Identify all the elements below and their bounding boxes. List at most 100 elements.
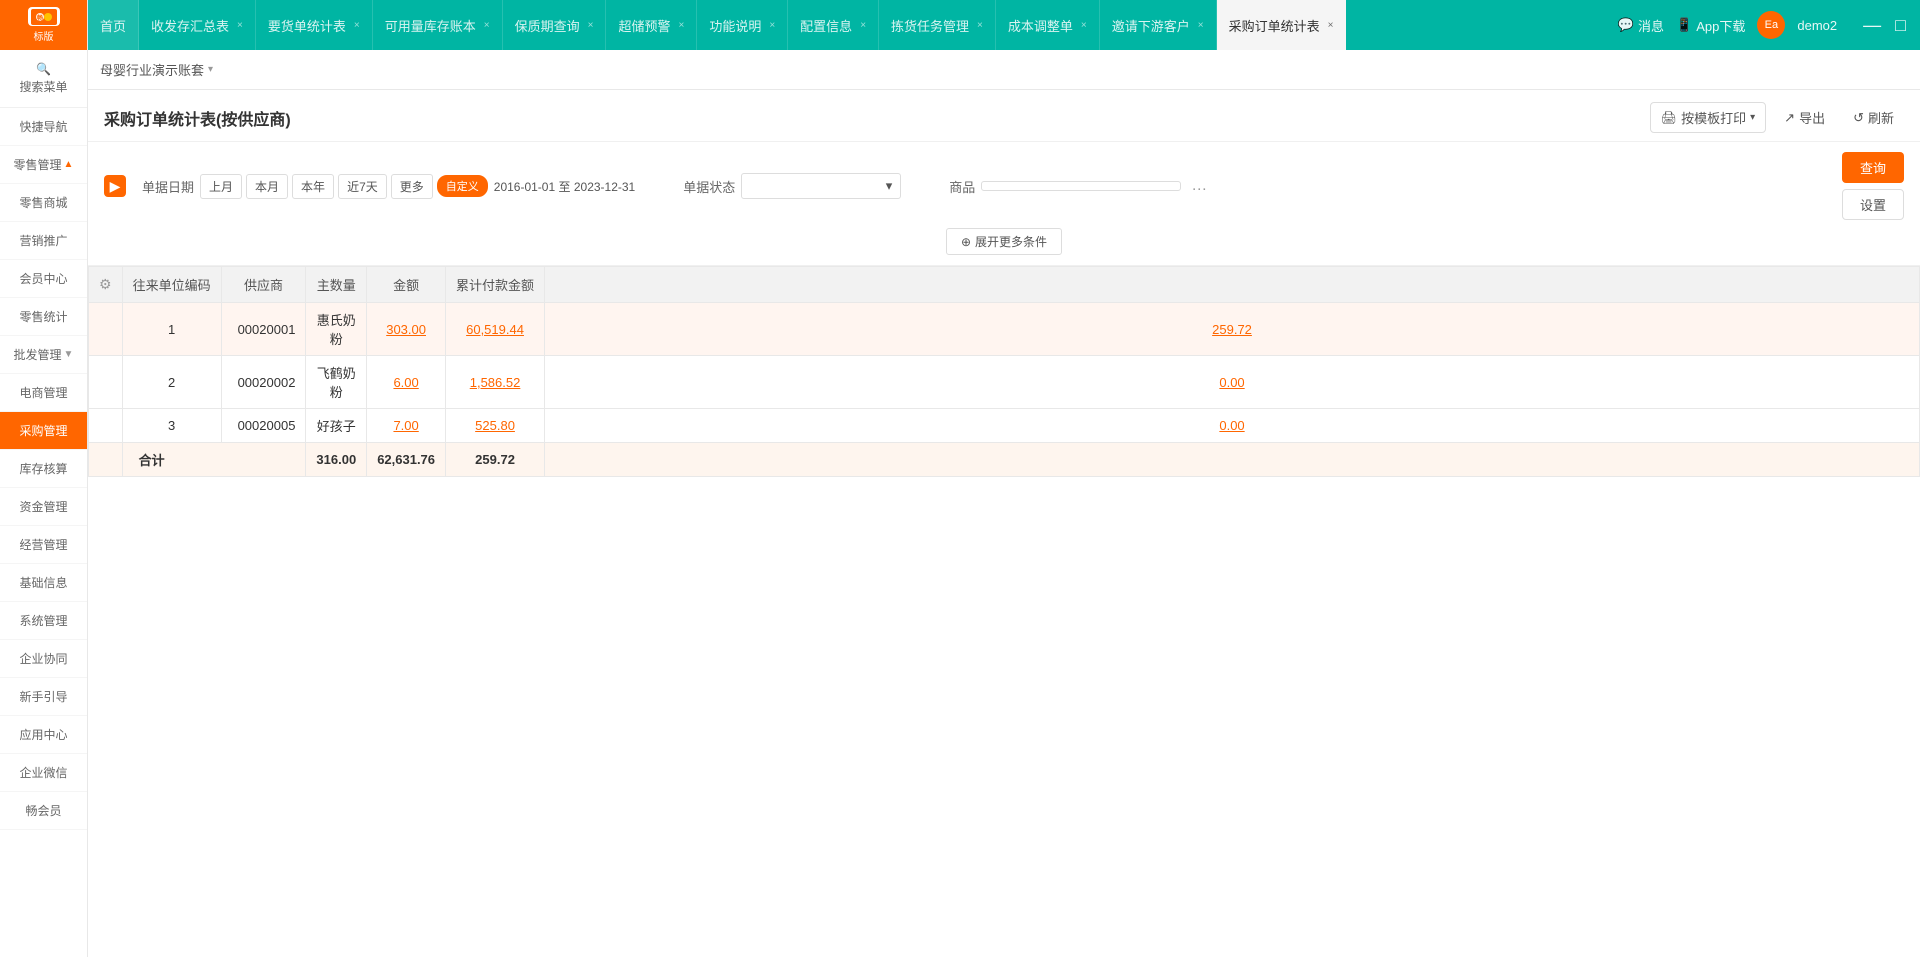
tab-shoufa[interactable]: 收发存汇总表 × [139,0,256,50]
message-btn[interactable]: 💬 消息 [1618,16,1664,35]
cell-amount-0[interactable]: 60,519.44 [446,303,545,356]
sidebar-item-newbie[interactable]: 新手引导 [0,678,87,716]
search-icon: 🔍 [36,62,51,76]
tab-chengben-close[interactable]: × [1081,20,1087,31]
sidebar-item-wholesale[interactable]: 批发管理 ▼ [0,336,87,374]
setting-button[interactable]: 设置 [1842,189,1904,220]
sidebar-item-marketing[interactable]: 营销推广 [0,222,87,260]
sidebar-item-purchase[interactable]: 采购管理 [0,412,87,450]
tab-baozhi[interactable]: 保质期查询 × [503,0,607,50]
tab-kucun-label: 可用量库存账本 [385,16,476,35]
cell-qty-0[interactable]: 303.00 [367,303,446,356]
cell-qty-1[interactable]: 6.00 [367,356,446,409]
page-title: 采购订单统计表(按供应商) [104,106,1650,130]
appcenter-label: 应用中心 [19,726,67,743]
expand-more-label: 展开更多条件 [975,233,1047,250]
status-select[interactable]: ▾ [741,173,901,199]
sidebar-item-corpwx[interactable]: 企业微信 [0,754,87,792]
tab-yaohuo[interactable]: 要货单统计表 × [256,0,373,50]
expand-more-button[interactable]: ⊕ 展开更多条件 [946,228,1062,255]
tab-gongneng-close[interactable]: × [769,20,775,31]
finance-label: 资金管理 [19,498,67,515]
date-from: 2016-01-01 [494,180,555,194]
table-row: 3 00020005 好孩子 7.00 525.80 0.00 [89,409,1920,443]
tab-caigou[interactable]: 采购订单统计表 × [1217,0,1347,50]
refresh-label: 刷新 [1868,108,1894,127]
app-download-btn[interactable]: 📱 App下载 [1676,16,1745,35]
member2-label: 畅会员 [25,802,61,819]
query-button[interactable]: 查询 [1842,152,1904,183]
col-header-amount: 金额 [367,267,446,303]
data-table-wrap: ⚙ 往来单位编码 供应商 主数量 金额 累计付款金额 1 000200 [88,266,1920,477]
goods-input[interactable] [981,181,1181,191]
sidebar-item-ops[interactable]: 经营管理 [0,526,87,564]
sidebar-item-inventory[interactable]: 库存核算 [0,450,87,488]
footer-qty: 316.00 [316,452,356,467]
tab-tuohuo[interactable]: 拣货任务管理 × [879,0,996,50]
tab-yaohuo-close[interactable]: × [354,20,360,31]
sidebar-item-appcenter[interactable]: 应用中心 [0,716,87,754]
tab-chengben[interactable]: 成本调整单 × [996,0,1100,50]
sidebar-item-member[interactable]: 会员中心 [0,260,87,298]
date-btn-more[interactable]: 更多 [391,174,433,199]
maximize-button[interactable]: □ [1889,11,1912,40]
date-btn-this-month[interactable]: 本月 [246,174,288,199]
tab-home[interactable]: 首页 [88,0,139,50]
user-avatar[interactable]: Ea [1757,11,1785,39]
tab-peizhi[interactable]: 配置信息 × [788,0,879,50]
sidebar-search-area[interactable]: 🔍 搜索菜单 [0,50,87,108]
date-btn-custom[interactable]: 自定义 [437,175,488,197]
tab-peizhi-close[interactable]: × [860,20,866,31]
cell-code-1: 00020002 [221,356,306,409]
cell-paid-2[interactable]: 0.00 [545,409,1920,443]
app-download-label: App下载 [1696,16,1745,35]
search-menu-button[interactable]: 🔍 搜索菜单 [6,58,81,99]
sidebar-item-quick-nav[interactable]: 快捷导航 [0,108,87,146]
sidebar-item-finance[interactable]: 资金管理 [0,488,87,526]
logo-text: 标版 [34,28,54,43]
template-print-button[interactable]: 🖨 按模板打印 ▾ [1650,102,1767,133]
sidebar-item-base[interactable]: 基础信息 [0,564,87,602]
template-print-label: 按模板打印 [1681,108,1746,127]
sidebar-item-member2[interactable]: 畅会员 [0,792,87,830]
sidebar-item-retail-mall[interactable]: 零售商城 [0,184,87,222]
sidebar-item-ecommerce[interactable]: 电商管理 [0,374,87,412]
minimize-button[interactable]: — [1857,11,1887,40]
tab-kucun-close[interactable]: × [484,20,490,31]
sidebar-item-retail-stat[interactable]: 零售统计 [0,298,87,336]
tab-chaochU[interactable]: 超储预警 × [606,0,697,50]
goods-more-icon[interactable]: … [1187,177,1211,195]
tab-kucun[interactable]: 可用量库存账本 × [373,0,503,50]
footer-amount-cell: 62,631.76 [367,443,446,477]
gear-icon[interactable]: ⚙ [99,276,112,292]
sidebar-item-retail[interactable]: 零售管理 ▲ [0,146,87,184]
tab-chaochU-close[interactable]: × [678,20,684,31]
refresh-button[interactable]: ↺ 刷新 [1843,103,1904,132]
topnav-window-actions: — □ [1849,11,1920,40]
date-btn-7days[interactable]: 近7天 [338,174,387,199]
date-btn-last-month[interactable]: 上月 [200,174,242,199]
cell-amount-2[interactable]: 525.80 [446,409,545,443]
cell-paid-1[interactable]: 0.00 [545,356,1920,409]
export-button[interactable]: ↗ 导出 [1774,103,1835,132]
filter-area: ▶ 单据日期 上月 本月 本年 近7天 更多 自定义 [88,142,1920,266]
tab-tuohuo-close[interactable]: × [977,20,983,31]
sidebar-item-system[interactable]: 系统管理 [0,602,87,640]
tab-baozhi-close[interactable]: × [588,20,594,31]
tab-yaoqing[interactable]: 邀请下游客户 × [1100,0,1217,50]
cell-qty-2[interactable]: 7.00 [367,409,446,443]
tab-shoufa-close[interactable]: × [237,20,243,31]
username-label[interactable]: demo2 [1797,18,1837,33]
filter-row-1: ▶ 单据日期 上月 本月 本年 近7天 更多 自定义 [104,152,1904,220]
inventory-label: 库存核算 [19,460,67,477]
tab-caigou-close[interactable]: × [1328,20,1334,31]
cell-amount-1[interactable]: 1,586.52 [446,356,545,409]
tab-gongneng[interactable]: 功能说明 × [697,0,788,50]
date-btn-this-year[interactable]: 本年 [292,174,334,199]
workspace-selector[interactable]: 母婴行业演示账套 ▾ [100,60,213,79]
tab-yaohuo-label: 要货单统计表 [268,16,346,35]
sidebar-item-enterprise[interactable]: 企业协同 [0,640,87,678]
tab-yaoqing-close[interactable]: × [1198,20,1204,31]
filter-toggle-button[interactable]: ▶ [104,175,126,197]
cell-paid-0[interactable]: 259.72 [545,303,1920,356]
